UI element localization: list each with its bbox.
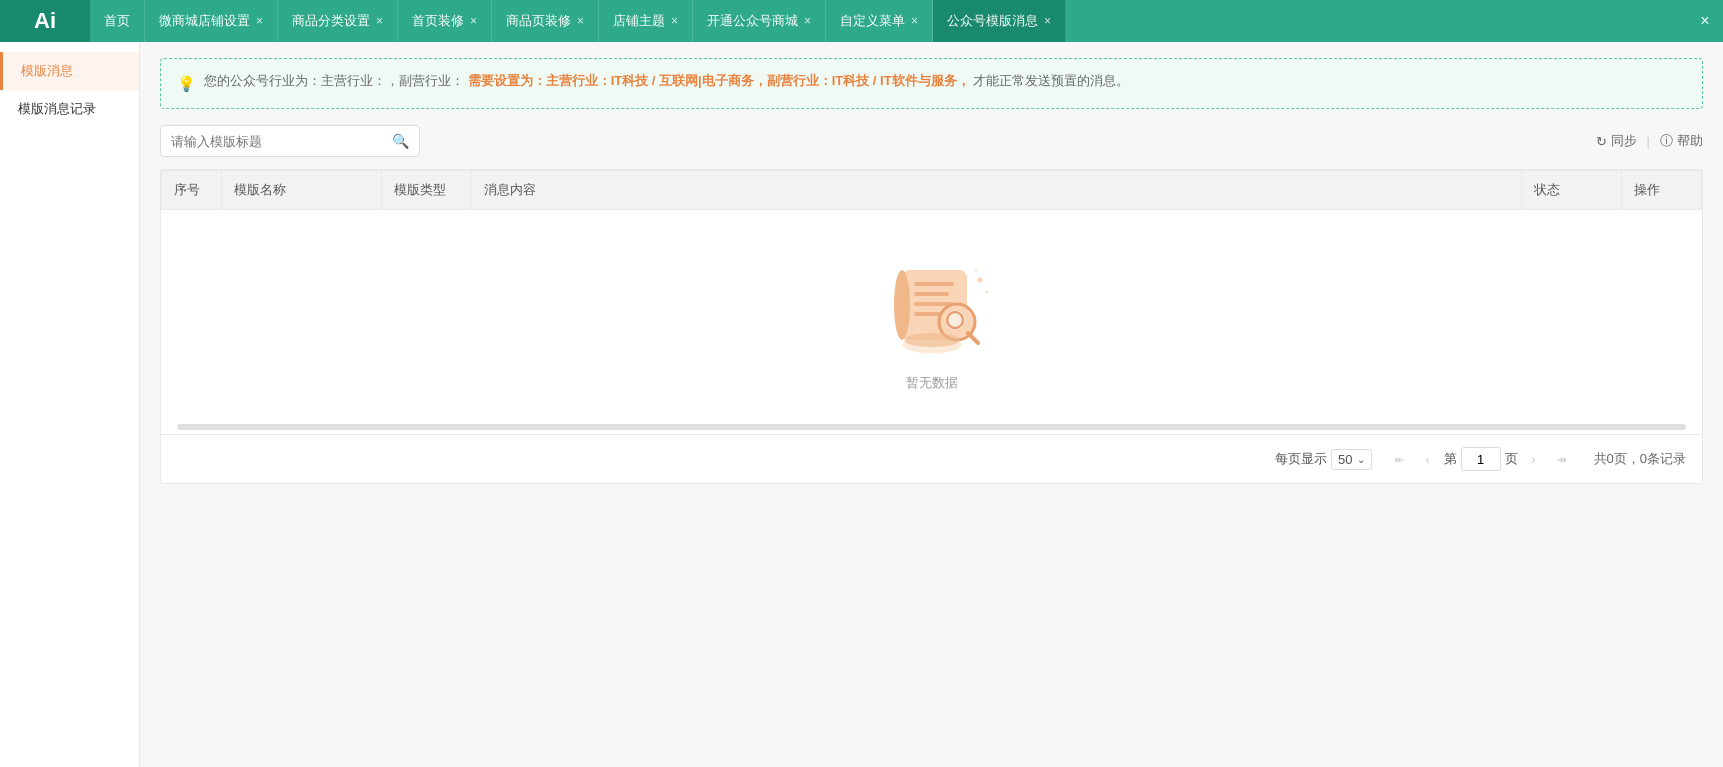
svg-rect-3	[914, 282, 954, 286]
tab-label: 微商城店铺设置	[159, 12, 250, 30]
nav-tab-首页[interactable]: 首页	[90, 0, 145, 42]
per-page-label: 每页显示	[1275, 450, 1327, 468]
chevron-down-icon: ⌄	[1357, 454, 1365, 465]
nav-tab-商品页装修[interactable]: 商品页装修 ×	[492, 0, 599, 42]
nav-tab-商品分类设置[interactable]: 商品分类设置 ×	[278, 0, 398, 42]
close-all-button[interactable]: ×	[1687, 0, 1723, 42]
page-navigation: ↞ ‹ 第 页 › ↠	[1388, 447, 1574, 471]
tab-close-icon[interactable]: ×	[804, 14, 811, 28]
nav-tab-开通公众号商城[interactable]: 开通公众号商城 ×	[693, 0, 826, 42]
tab-label: 自定义菜单	[840, 12, 905, 30]
col-header-name: 模版名称	[222, 171, 382, 210]
nav-tab-首页装修[interactable]: 首页装修 ×	[398, 0, 492, 42]
tab-label: 商品页装修	[506, 12, 571, 30]
tab-close-icon[interactable]: ×	[376, 14, 383, 28]
next-page-button[interactable]: ›	[1522, 447, 1546, 471]
brand-logo: Ai	[0, 0, 90, 42]
per-page-select: 每页显示 50 ⌄	[1275, 449, 1371, 470]
total-records: 共0页，0条记录	[1594, 450, 1686, 468]
data-table: 序号模版名称模版类型消息内容状态操作	[161, 170, 1702, 210]
tab-close-icon[interactable]: ×	[470, 14, 477, 28]
svg-point-12	[977, 278, 982, 283]
nav-tabs: 首页微商城店铺设置×商品分类设置×首页装修×商品页装修×店铺主题×开通公众号商城…	[90, 0, 1687, 42]
tab-close-icon[interactable]: ×	[911, 14, 918, 28]
nav-tab-公众号模版消息[interactable]: 公众号模版消息 ×	[933, 0, 1066, 42]
pagination-bar: 每页显示 50 ⌄ ↞ ‹ 第 页 › ↠	[161, 434, 1702, 483]
top-nav: Ai 首页微商城店铺设置×商品分类设置×首页装修×商品页装修×店铺主题×开通公众…	[0, 0, 1723, 42]
tab-label: 开通公众号商城	[707, 12, 798, 30]
toolbar-divider: |	[1647, 134, 1650, 149]
tab-label: 公众号模版消息	[947, 12, 1038, 30]
notice-highlight: 需要设置为：主营行业：IT科技 / 互联网|电子商务，副营行业：IT科技 / I…	[468, 73, 970, 88]
sync-button[interactable]: ↻ 同步	[1596, 132, 1637, 150]
search-bar: 🔍 ↻ 同步 | ⓘ 帮助	[160, 125, 1703, 157]
content-area: 💡 您的公众号行业为：主营行业：，副营行业： 需要设置为：主营行业：IT科技 /…	[140, 42, 1723, 767]
svg-point-2	[894, 270, 910, 340]
notice-banner: 💡 您的公众号行业为：主营行业：，副营行业： 需要设置为：主营行业：IT科技 /…	[160, 58, 1703, 109]
col-header-type: 模版类型	[382, 171, 472, 210]
svg-rect-4	[914, 292, 949, 296]
tab-close-icon[interactable]: ×	[671, 14, 678, 28]
sidebar-item-模版消息记录[interactable]: 模版消息记录	[0, 90, 139, 128]
main-layout: 模版消息模版消息记录 💡 您的公众号行业为：主营行业：，副营行业： 需要设置为：…	[0, 42, 1723, 767]
svg-point-13	[985, 291, 988, 294]
search-input[interactable]	[171, 134, 392, 149]
col-header-content: 消息内容	[472, 171, 1522, 210]
col-header-index: 序号	[162, 171, 222, 210]
nav-tab-店铺主题[interactable]: 店铺主题 ×	[599, 0, 693, 42]
svg-rect-5	[914, 302, 952, 306]
tab-close-icon[interactable]: ×	[256, 14, 263, 28]
svg-point-11	[904, 333, 960, 347]
notice-icon: 💡	[177, 72, 196, 96]
help-icon: ⓘ	[1660, 132, 1673, 150]
page-input-group: 第 页	[1444, 447, 1518, 471]
nav-tab-自定义菜单[interactable]: 自定义菜单 ×	[826, 0, 933, 42]
data-table-wrapper: 序号模版名称模版类型消息内容状态操作	[160, 169, 1703, 484]
last-page-button[interactable]: ↠	[1550, 447, 1574, 471]
sidebar-item-模版消息[interactable]: 模版消息	[0, 52, 139, 90]
empty-icon	[872, 250, 992, 360]
toolbar-right: ↻ 同步 | ⓘ 帮助	[1596, 132, 1703, 150]
page-label-suffix: 页	[1505, 450, 1518, 468]
col-header-actions: 操作	[1622, 171, 1702, 210]
tab-label: 首页装修	[412, 12, 464, 30]
empty-text: 暂无数据	[906, 374, 958, 392]
tab-label: 商品分类设置	[292, 12, 370, 30]
first-page-button[interactable]: ↞	[1388, 447, 1412, 471]
tab-close-icon[interactable]: ×	[1044, 14, 1051, 28]
svg-point-14	[974, 269, 977, 272]
search-input-wrapper: 🔍	[160, 125, 420, 157]
notice-text: 您的公众号行业为：主营行业：，副营行业： 需要设置为：主营行业：IT科技 / 互…	[204, 71, 1129, 92]
page-number-input[interactable]	[1461, 447, 1501, 471]
search-icon[interactable]: 🔍	[392, 133, 409, 149]
per-page-select-box[interactable]: 50 ⌄	[1331, 449, 1371, 470]
sidebar: 模版消息模版消息记录	[0, 42, 140, 767]
svg-line-9	[968, 333, 978, 343]
prev-page-button[interactable]: ‹	[1416, 447, 1440, 471]
sync-icon: ↻	[1596, 134, 1607, 149]
scrollbar-track[interactable]	[177, 424, 1686, 430]
table-header-row: 序号模版名称模版类型消息内容状态操作	[162, 171, 1702, 210]
page-label-prefix: 第	[1444, 450, 1457, 468]
tab-close-icon[interactable]: ×	[577, 14, 584, 28]
col-header-status: 状态	[1522, 171, 1622, 210]
tab-label: 首页	[104, 12, 130, 30]
nav-tab-微商城店铺设置[interactable]: 微商城店铺设置 ×	[145, 0, 278, 42]
help-button[interactable]: ⓘ 帮助	[1660, 132, 1703, 150]
tab-label: 店铺主题	[613, 12, 665, 30]
per-page-value: 50	[1338, 452, 1352, 467]
empty-state: 暂无数据	[161, 210, 1702, 422]
